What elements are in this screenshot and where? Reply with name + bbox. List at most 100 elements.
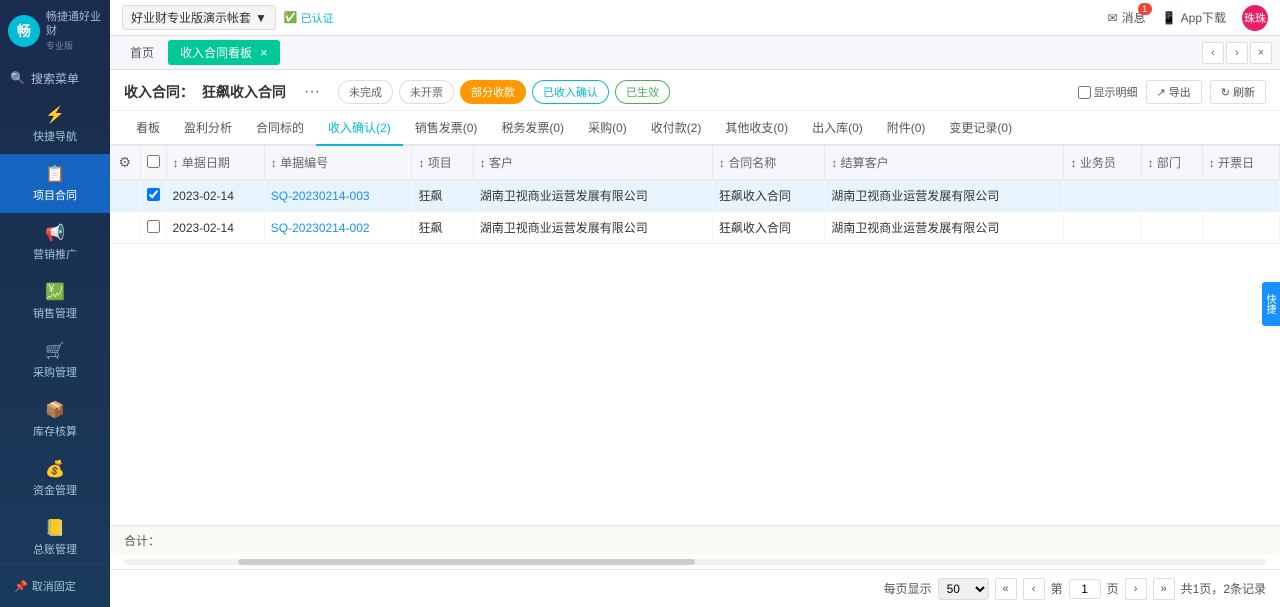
status-partial[interactable]: 部分收款 (460, 80, 526, 104)
row-number-link-1[interactable]: SQ-20230214-002 (271, 221, 370, 235)
top-bar-left: 好业财专业版演示帐套 ▼ ✅ 已认证 (122, 5, 334, 30)
quick-nav-label: 快捷导航 (33, 128, 77, 144)
first-page-btn[interactable]: « (995, 578, 1017, 600)
gear-icon[interactable]: ⚙ (118, 154, 131, 170)
status-active[interactable]: 已生效 (615, 80, 670, 104)
select-all-checkbox[interactable] (147, 155, 160, 168)
row-number-1: SQ-20230214-002 (264, 212, 412, 244)
more-options-button[interactable]: ··· (298, 83, 326, 101)
sidebar-item-0[interactable]: 📋项目合同 (0, 154, 110, 213)
sidebar-item-6[interactable]: 📒总账管理 (0, 508, 110, 564)
row-number-link-0[interactable]: SQ-20230214-003 (271, 189, 370, 203)
row-checkbox-0[interactable] (147, 188, 160, 201)
message-badge: 1 (1138, 3, 1152, 15)
nav-label-0: 项目合同 (33, 187, 77, 203)
refresh-label: 刷新 (1233, 84, 1255, 100)
last-page-btn[interactable]: » (1153, 578, 1175, 600)
next-page-btn[interactable]: › (1125, 578, 1147, 600)
sub-tab-purchase[interactable]: 采购(0) (576, 111, 639, 146)
nav-label-1: 营销推广 (33, 246, 77, 262)
col-header-gear: ⚙ (110, 146, 140, 180)
page-size-select[interactable]: 50 100 200 (938, 578, 989, 600)
sub-tab-revenue[interactable]: 收入确认(2) (316, 111, 403, 146)
tab-next-arrow[interactable]: › (1226, 42, 1248, 64)
message-button[interactable]: ✉ 1 消息 (1108, 9, 1146, 26)
sub-tab-tax-invoice[interactable]: 税务发票(0) (489, 111, 576, 146)
col-header-checkbox (140, 146, 166, 180)
sidebar-item-3[interactable]: 🛒采购管理 (0, 331, 110, 390)
row-gear-0 (110, 180, 140, 212)
status-confirmed[interactable]: 已收入确认 (532, 80, 609, 104)
col-header-salesperson: ↕ 业务员 (1064, 146, 1141, 180)
refresh-icon: ↻ (1221, 86, 1230, 99)
unpin-item[interactable]: 📌 取消固定 (8, 573, 102, 599)
sidebar-item-4[interactable]: 📦库存核算 (0, 390, 110, 449)
scrollbar-thumb[interactable] (238, 559, 695, 565)
row-checkbox-1[interactable] (147, 220, 160, 233)
top-bar-right: ✉ 1 消息 📱 App下载 珠珠 (1108, 5, 1268, 31)
tab-contract-board[interactable]: 收入合同看板 × (168, 40, 280, 65)
nav-label-4: 库存核算 (33, 423, 77, 439)
export-button[interactable]: ↗ 导出 (1146, 80, 1202, 104)
status-uninvoiced[interactable]: 未开票 (399, 80, 454, 104)
sub-tab-warehouse[interactable]: 出入库(0) (800, 111, 875, 146)
app-sub: 专业版 (46, 39, 102, 52)
row-settlement-0: 湖南卫视商业运营发展有限公司 (825, 180, 1064, 212)
tab-prev-arrow[interactable]: ‹ (1202, 42, 1224, 64)
col-header-date: ↕ 单据日期 (166, 146, 264, 180)
col-header-customer: ↕ 客户 (473, 146, 712, 180)
sub-tab-payment[interactable]: 收付款(2) (639, 111, 714, 146)
refresh-button[interactable]: ↻ 刷新 (1210, 80, 1266, 104)
row-invoice-date-0 (1202, 180, 1279, 212)
page-prefix: 第 (1051, 580, 1063, 597)
show-detail-label: 显示明细 (1094, 84, 1138, 100)
verified-badge: ✅ 已认证 (284, 10, 334, 26)
sub-tab-changes[interactable]: 变更记录(0) (937, 111, 1024, 146)
company-name: 好业财专业版演示帐套 (131, 9, 251, 26)
nav-icon-2: 💹 (45, 282, 65, 302)
top-bar: 好业财专业版演示帐套 ▼ ✅ 已认证 ✉ 1 消息 📱 App下载 珠珠 (110, 0, 1280, 36)
sidebar-item-2[interactable]: 💹销售管理 (0, 272, 110, 331)
sub-tab-subject[interactable]: 合同标的 (244, 111, 316, 146)
app-download-button[interactable]: 📱 App下载 (1162, 9, 1226, 26)
search-menu-item[interactable]: 🔍 搜索菜单 (0, 62, 110, 95)
company-selector[interactable]: 好业财专业版演示帐套 ▼ (122, 5, 276, 30)
right-panel-icon[interactable]: 快捷 (1262, 282, 1280, 326)
dropdown-icon: ▼ (255, 11, 267, 25)
col-header-invoice-date: ↕ 开票日 (1202, 146, 1279, 180)
row-salesperson-0 (1064, 180, 1141, 212)
tab-bar: 首页 收入合同看板 × ‹ › × (110, 36, 1280, 70)
user-menu[interactable]: 珠珠 (1242, 5, 1268, 31)
table-row[interactable]: 2023-02-14 SQ-20230214-003 狂飙 湖南卫视商业运营发展… (110, 180, 1280, 212)
export-icon: ↗ (1157, 86, 1166, 99)
tab-close-arrow[interactable]: × (1250, 42, 1272, 64)
row-checkbox-cell-1 (140, 212, 166, 244)
sidebar-quick-nav[interactable]: ⚡ 快捷导航 (0, 95, 110, 154)
sub-tab-sales-invoice[interactable]: 销售发票(0) (403, 111, 490, 146)
content-area: 收入合同： 狂飙收入合同 ··· 未完成 未开票 部分收款 已收入确认 已生效 … (110, 70, 1280, 607)
sub-tab-profit[interactable]: 盈利分析 (172, 111, 244, 146)
search-icon: 🔍 (10, 71, 25, 85)
table-row[interactable]: 2023-02-14 SQ-20230214-002 狂飙 湖南卫视商业运营发展… (110, 212, 1280, 244)
total-info: 共1页，2条记录 (1181, 580, 1266, 597)
sidebar-item-1[interactable]: 📢营销推广 (0, 213, 110, 272)
col-header-number: ↕ 单据编号 (264, 146, 412, 180)
sub-tab-kanban[interactable]: 看板 (124, 111, 172, 146)
app-logo-icon: 畅 (8, 15, 40, 47)
scrollbar-track (124, 559, 1266, 565)
sidebar-item-5[interactable]: 💰资金管理 (0, 449, 110, 508)
page-number-input[interactable] (1069, 579, 1101, 599)
total-label: 合计： (124, 532, 160, 549)
download-icon: 📱 (1162, 11, 1177, 25)
status-incomplete[interactable]: 未完成 (338, 80, 393, 104)
table-body: 2023-02-14 SQ-20230214-003 狂飙 湖南卫视商业运营发展… (110, 180, 1280, 244)
nav-label-5: 资金管理 (33, 482, 77, 498)
sub-tab-attachment[interactable]: 附件(0) (875, 111, 938, 146)
sub-tab-other[interactable]: 其他收支(0) (713, 111, 800, 146)
show-detail-checkbox-label[interactable]: 显示明细 (1078, 84, 1138, 100)
tab-close-icon[interactable]: × (260, 45, 268, 60)
show-detail-checkbox[interactable] (1078, 86, 1091, 99)
row-department-1 (1141, 212, 1202, 244)
tab-home[interactable]: 首页 (118, 39, 166, 66)
prev-page-btn[interactable]: ‹ (1023, 578, 1045, 600)
